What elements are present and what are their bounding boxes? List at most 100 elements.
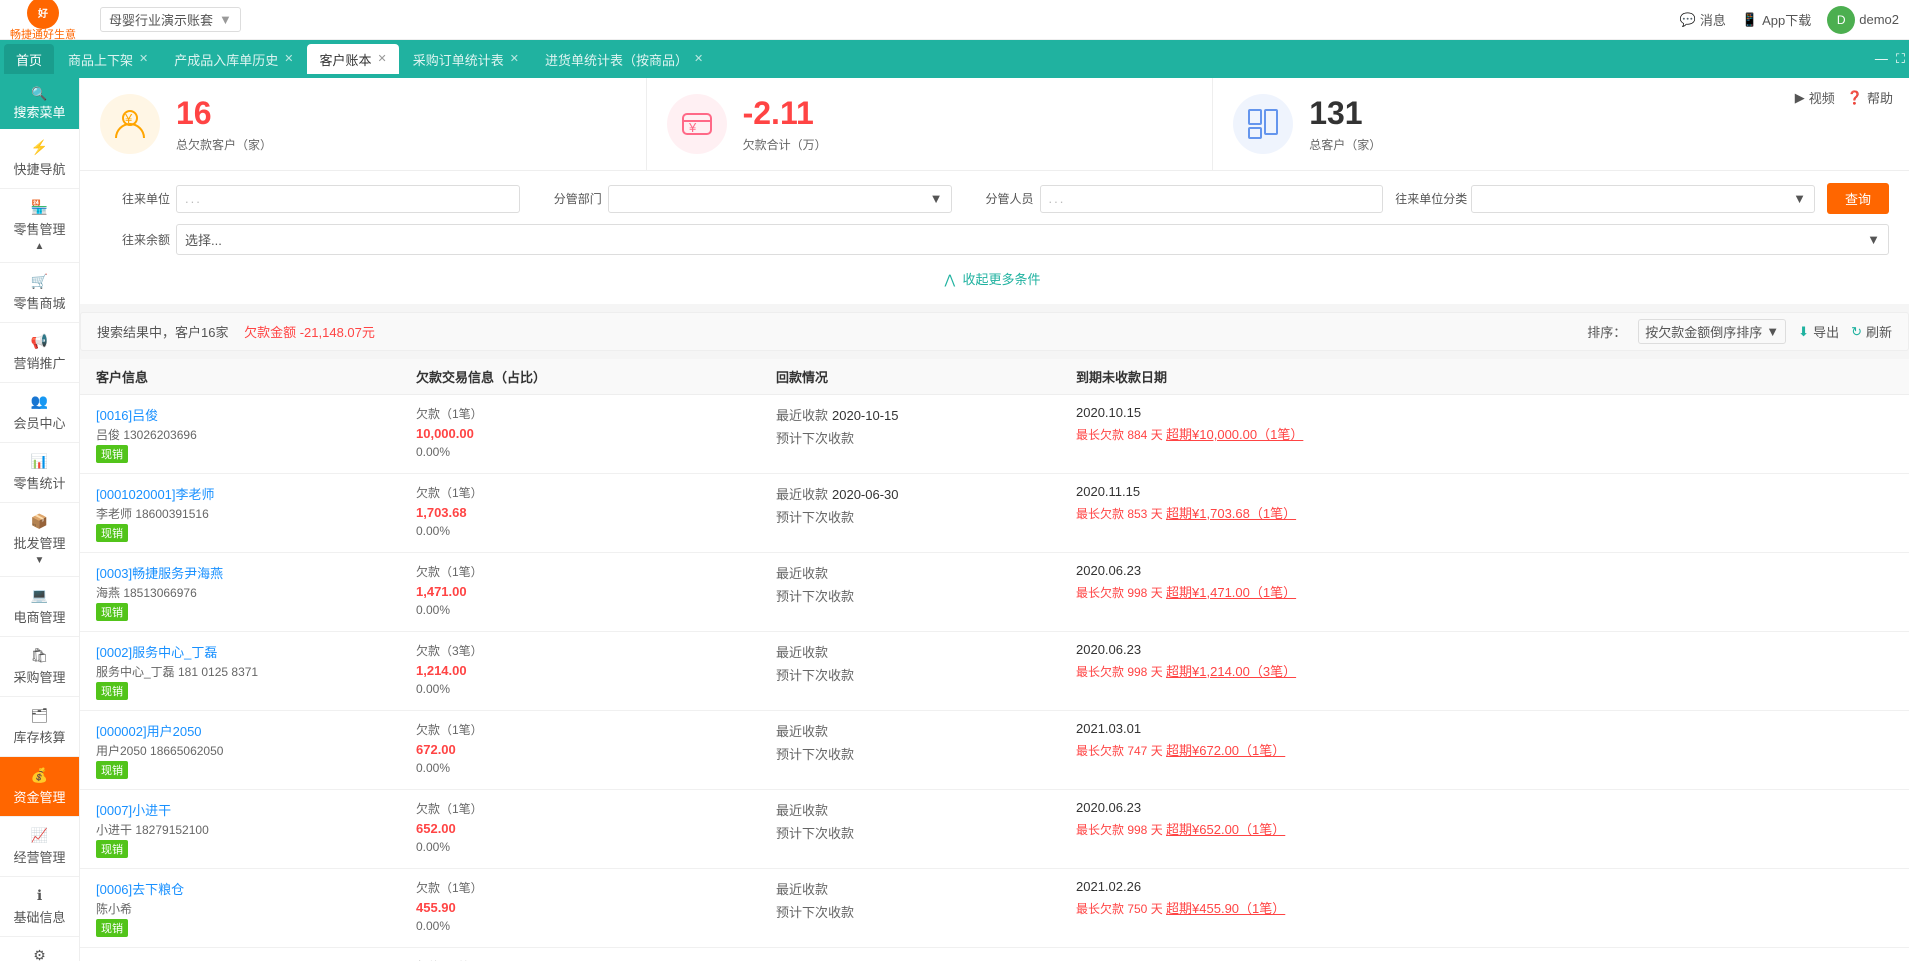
customer-name[interactable]: [0007]小进干 — [96, 800, 416, 819]
customer-contact: 小进干 18279152100 — [96, 821, 416, 838]
debt-count: 欠款（1笔） — [416, 563, 776, 580]
overdue-info: 最长欠款 998 天 超期¥1,214.00（3笔） — [1076, 661, 1893, 680]
customer-name[interactable]: [0016]吕俊 — [96, 405, 416, 424]
debt-info-col: 欠款（1笔） 672.00 0.00% — [416, 721, 776, 775]
customer-tag: 现销 — [96, 919, 128, 937]
person-input[interactable]: ... — [1040, 185, 1384, 213]
sidebar-item-inventory[interactable]: 🗂 库存核算 — [0, 697, 79, 757]
sidebar-search-label: 搜索菜单 — [4, 102, 75, 121]
sidebar-item-base-info[interactable]: ℹ 基础信息 — [0, 877, 79, 937]
view-btn[interactable]: ▶ 视频 — [1795, 88, 1835, 107]
sidebar-item-wholesale[interactable]: 📦 批发管理 ▼ — [0, 503, 79, 577]
export-btn[interactable]: ⬇ 导出 — [1798, 322, 1839, 341]
collapse-row[interactable]: ⋀ 收起更多条件 — [100, 265, 1889, 292]
tab-goods[interactable]: 商品上下架 ✕ — [56, 44, 160, 74]
customer-contact: 吕俊 13026203696 — [96, 426, 416, 443]
overdue-link[interactable]: 超期¥1,703.68（1笔） — [1166, 506, 1296, 521]
balance-select[interactable]: 选择... ▼ — [176, 224, 1889, 255]
sidebar-item-business[interactable]: 📈 经营管理 — [0, 817, 79, 877]
retail-stat-icon: 📊 — [31, 453, 48, 470]
maximize-icon[interactable]: ⛶ — [1896, 51, 1905, 67]
sidebar-item-member[interactable]: 👥 会员中心 — [0, 383, 79, 443]
table-row: [0001020001]李老师 李老师 18600391516 现销 欠款（1笔… — [80, 474, 1909, 553]
customer-name[interactable]: [0003]畅捷服务尹海燕 — [96, 563, 416, 582]
user-btn[interactable]: D demo2 — [1827, 6, 1899, 34]
customer-tag: 现销 — [96, 761, 128, 779]
customer-name[interactable]: [0001020001]李老师 — [96, 484, 416, 503]
unit-type-select[interactable]: ▼ — [1471, 185, 1815, 213]
customer-contact: 服务中心_丁磊 181 0125 8371 — [96, 663, 416, 680]
sidebar-item-purchase[interactable]: 🛍 采购管理 — [0, 637, 79, 697]
due-col: 2020.11.15 最长欠款 853 天 超期¥1,703.68（1笔） — [1076, 484, 1893, 522]
customer-name[interactable]: [0002]服务中心_丁磊 — [96, 642, 416, 661]
overdue-link[interactable]: 超期¥672.00（1笔） — [1166, 743, 1285, 758]
from-unit-input[interactable]: ... — [176, 185, 520, 213]
inventory-icon: 🗂 — [31, 707, 49, 724]
tab-purchase[interactable]: 采购订单统计表 ✕ — [401, 44, 531, 74]
message-btn[interactable]: 💬 消息 — [1680, 10, 1726, 29]
retail-mgmt-icon: 🏪 — [31, 199, 48, 216]
close-icon[interactable]: ✕ — [139, 54, 148, 65]
download-icon: 📱 — [1742, 12, 1758, 28]
debt-customers-label: 总欠款客户（家） — [176, 136, 272, 153]
customer-info-col: [0003]畅捷服务尹海燕 海燕 18513066976 现销 — [96, 563, 416, 621]
expand-arrow-icon: ▼ — [35, 555, 45, 566]
tab-goods-label: 商品上下架 — [68, 50, 133, 69]
dept-select[interactable]: ▼ — [608, 185, 952, 213]
app-logo: 好 — [27, 0, 59, 29]
sidebar-search[interactable]: 🔍 搜索菜单 — [0, 78, 79, 129]
overdue-link[interactable]: 超期¥10,000.00（1笔） — [1166, 427, 1303, 442]
chevron-down-icon: ▼ — [930, 191, 943, 206]
close-icon[interactable]: ✕ — [378, 54, 387, 65]
tab-home[interactable]: 首页 — [4, 44, 54, 74]
overdue-link[interactable]: 超期¥1,471.00（1笔） — [1166, 585, 1296, 600]
help-btn[interactable]: ❓ 帮助 — [1847, 88, 1893, 107]
close-icon[interactable]: ✕ — [284, 54, 293, 65]
sidebar-item-retail-mgmt[interactable]: 🏪 零售管理 ▲ — [0, 189, 79, 263]
next-pay: 预计下次收款 — [776, 902, 1076, 921]
due-date: 2020.06.23 — [1076, 563, 1893, 578]
debt-summary: 欠款金额 -21,148.07元 — [244, 325, 375, 340]
sidebar-item-quick-nav[interactable]: ⚡ 快捷导航 — [0, 129, 79, 189]
next-pay: 预计下次收款 — [776, 586, 1076, 605]
chevron-down-icon: ▼ — [1793, 191, 1806, 206]
app-download-btn[interactable]: 📱 App下载 — [1742, 10, 1811, 29]
refresh-btn[interactable]: ↻ 刷新 — [1851, 322, 1892, 341]
customer-contact: 李老师 18600391516 — [96, 505, 416, 522]
tab-product[interactable]: 产成品入库单历史 ✕ — [162, 44, 305, 74]
sidebar-item-label: 采购管理 — [13, 667, 65, 686]
sort-select[interactable]: 按欠款金额倒序排序 ▼ — [1638, 319, 1786, 344]
content-area: ¥ 16 总欠款客户（家） ¥ -2.11 欠款合计（万） — [80, 78, 1909, 961]
query-button[interactable]: 查询 — [1827, 183, 1889, 214]
overdue-link[interactable]: 超期¥652.00（1笔） — [1166, 822, 1285, 837]
overdue-link[interactable]: 超期¥1,214.00（3笔） — [1166, 664, 1296, 679]
sidebar-item-ecom[interactable]: 💻 电商管理 — [0, 577, 79, 637]
tab-customer[interactable]: 客户账本 ✕ — [307, 44, 398, 74]
sidebar-item-marketing[interactable]: 📢 营销推广 — [0, 323, 79, 383]
tab-inbound[interactable]: 进货单统计表（按商品） ✕ — [533, 44, 715, 74]
latest-pay: 最近收款 — [776, 563, 1076, 582]
overdue-link[interactable]: 超期¥455.90（1笔） — [1166, 901, 1285, 916]
tab-bar-actions: — ⛶ — [1875, 51, 1905, 67]
close-icon[interactable]: ✕ — [510, 54, 519, 65]
recovery-col: 最近收款2020-10-15 预计下次收款 — [776, 405, 1076, 447]
retail-mall-icon: 🛒 — [31, 273, 48, 290]
export-icon: ⬇ — [1798, 324, 1809, 340]
industry-selector[interactable]: 母婴行业演示账套 ▼ — [100, 7, 241, 32]
sidebar-item-retail-stat[interactable]: 📊 零售统计 — [0, 443, 79, 503]
filter-balance: 往来余额 选择... ▼ — [100, 224, 1889, 255]
recovery-col: 最近收款2020-06-30 预计下次收款 — [776, 484, 1076, 526]
sidebar-item-system[interactable]: ⚙ 系统管理 — [0, 937, 79, 961]
due-date: 2020.06.23 — [1076, 800, 1893, 815]
customer-name[interactable]: [0006]去下粮仓 — [96, 879, 416, 898]
close-icon[interactable]: ✕ — [694, 54, 703, 65]
search-icon: 🔍 — [31, 86, 47, 101]
sort-option-label: 按欠款金额倒序排序 — [1645, 322, 1762, 341]
minimize-icon[interactable]: — — [1875, 51, 1888, 67]
filter-person: 分管人员 ... — [964, 185, 1384, 213]
customer-name[interactable]: [000002]用户2050 — [96, 721, 416, 740]
total-customers-value: 131 — [1309, 95, 1381, 132]
chevron-down-icon: ▼ — [1766, 324, 1779, 339]
sidebar-item-retail-mall[interactable]: 🛒 零售商城 — [0, 263, 79, 323]
sidebar-item-finance[interactable]: 💰 资金管理 — [0, 757, 79, 817]
